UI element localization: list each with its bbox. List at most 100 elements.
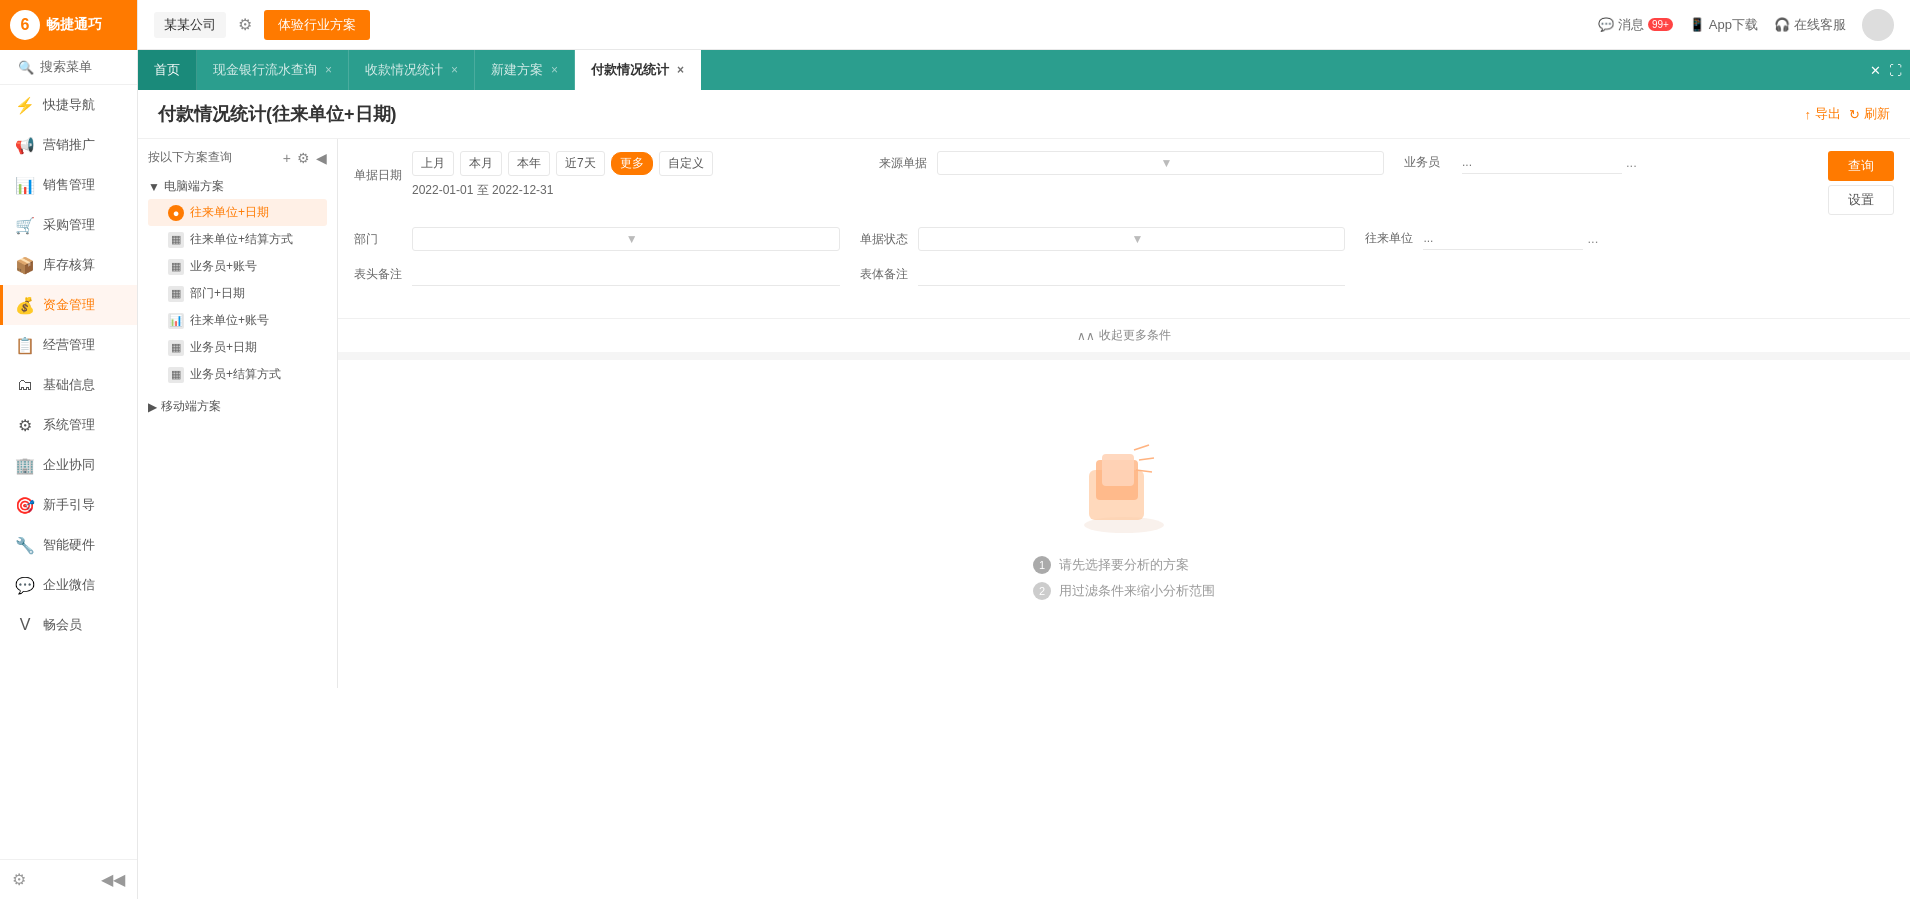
date-btn-this-year[interactable]: 本年 [508,151,550,176]
sidebar-item-inventory[interactable]: 📦 库存核算 [0,245,137,285]
sidebar-search[interactable]: 🔍 搜索菜单 [0,50,137,85]
sidebar-item-corp[interactable]: 🏢 企业协同 [0,445,137,485]
table-head-note-input[interactable] [412,263,840,286]
scheme-settings-btn[interactable]: ⚙ [297,150,310,166]
sidebar-item-marketing[interactable]: 📢 营销推广 [0,125,137,165]
tab-maximize-icon[interactable]: ⛶ [1889,63,1902,78]
export-btn[interactable]: ↑ 导出 [1805,105,1842,123]
scheme-item-salesperson-date[interactable]: ▦ 业务员+日期 [148,334,327,361]
scheme-category-mobile: ▶ 移动端方案 [148,394,327,419]
sidebar-item-icon-operations: 📋 [15,335,35,355]
doc-status-label: 单据状态 [860,231,910,248]
scheme-item-icon-3: ▦ [168,286,184,302]
counterpart-input[interactable] [1423,227,1583,250]
tab-payment-stats[interactable]: 付款情况统计 × [575,50,701,90]
sidebar-item-capital[interactable]: 💰 资金管理 [0,285,137,325]
sidebar-item-icon-hardware: 🔧 [15,535,35,555]
sidebar-item-label-system: 系统管理 [43,416,95,434]
scheme-item-counterpart-settlement[interactable]: ▦ 往来单位+结算方式 [148,226,327,253]
collapse-bar[interactable]: ∧∧ 收起更多条件 [338,318,1910,352]
table-head-note-label: 表头备注 [354,266,404,283]
scheme-item-salesperson-account[interactable]: ▦ 业务员+账号 [148,253,327,280]
message-btn[interactable]: 💬 消息 99+ [1598,16,1673,34]
date-btn-custom[interactable]: 自定义 [659,151,713,176]
sidebar-logo: 6 畅捷通巧 [0,0,137,50]
dept-arrow: ▼ [626,232,831,246]
sidebar: 6 畅捷通巧 🔍 搜索菜单 ⚡ 快捷导航 📢 营销推广 📊 销售管理 🛒 采购管… [0,0,138,899]
query-button[interactable]: 查询 [1828,151,1894,181]
sidebar-item-icon-corp: 🏢 [15,455,35,475]
online-service-btn[interactable]: 🎧 在线客服 [1774,16,1846,34]
scheme-item-counterpart-date[interactable]: ● 往来单位+日期 [148,199,327,226]
tab-home[interactable]: 首页 [138,50,197,90]
app-download-btn[interactable]: 📱 App下载 [1689,16,1758,34]
date-btn-7days[interactable]: 近7天 [556,151,605,176]
refresh-btn[interactable]: ↻ 刷新 [1849,105,1890,123]
date-btn-more[interactable]: 更多 [611,152,653,175]
sidebar-item-sales[interactable]: 📊 销售管理 [0,165,137,205]
tab-payment-stats-label: 付款情况统计 [591,61,669,79]
sidebar-item-hardware[interactable]: 🔧 智能硬件 [0,525,137,565]
sidebar-item-basic[interactable]: 🗂 基础信息 [0,365,137,405]
date-from: 2022-01-01 [412,183,473,197]
sidebar-collapse-icon[interactable]: ◀◀ [101,870,125,889]
empty-tip-2: 2 用过滤条件来缩小分析范围 [1033,582,1215,600]
date-btn-last-month[interactable]: 上月 [412,151,454,176]
sidebar-item-label-sales: 销售管理 [43,176,95,194]
dept-select[interactable]: ▼ [412,227,840,251]
sidebar-item-label-wechat: 企业微信 [43,576,95,594]
sidebar-item-icon-inventory: 📦 [15,255,35,275]
header-settings-icon[interactable]: ⚙ [238,15,252,34]
doc-status-select[interactable]: ▼ [918,227,1346,251]
filter-scheme-header: 按以下方案查询 + ⚙ ◀ [148,149,327,166]
company-name[interactable]: 某某公司 [154,12,226,38]
salesperson-input[interactable] [1462,151,1622,174]
sidebar-item-operations[interactable]: 📋 经营管理 [0,325,137,365]
collapse-label: 收起更多条件 [1099,327,1171,344]
source-doc-label: 来源单据 [879,155,929,172]
empty-state: 1 请先选择要分析的方案 2 用过滤条件来缩小分析范围 [338,360,1910,688]
sidebar-item-purchase[interactable]: 🛒 采购管理 [0,205,137,245]
counterpart-more[interactable]: ... [1587,231,1598,246]
sidebar-item-icon-purchase: 🛒 [15,215,35,235]
sidebar-footer: ⚙ ◀◀ [0,859,137,899]
tab-bank-flow-close[interactable]: × [325,63,332,77]
tab-close-all-icon[interactable]: ✕ [1870,63,1881,78]
sidebar-item-vip[interactable]: V 畅会员 [0,605,137,645]
table-body-note-label: 表体备注 [860,266,910,283]
trial-button[interactable]: 体验行业方案 [264,10,370,40]
main-area: 某某公司 ⚙ 体验行业方案 💬 消息 99+ 📱 App下载 🎧 在线客服 首页 [138,0,1910,899]
sidebar-item-icon-capital: 💰 [15,295,35,315]
date-btn-this-month[interactable]: 本月 [460,151,502,176]
table-body-note-input[interactable] [918,263,1346,286]
sidebar-item-quick-nav[interactable]: ⚡ 快捷导航 [0,85,137,125]
source-doc-select[interactable]: ▼ [937,151,1384,175]
scheme-item-counterpart-account[interactable]: 📊 往来单位+账号 [148,307,327,334]
tab-bank-flow[interactable]: 现金银行流水查询 × [197,50,349,90]
sidebar-settings-icon[interactable]: ⚙ [12,870,26,889]
tab-new-scheme[interactable]: 新建方案 × [475,50,575,90]
scheme-category-mobile-header[interactable]: ▶ 移动端方案 [148,394,327,419]
sidebar-item-wechat[interactable]: 💬 企业微信 [0,565,137,605]
service-icon: 🎧 [1774,17,1790,32]
sidebar-item-guide[interactable]: 🎯 新手引导 [0,485,137,525]
salesperson-more[interactable]: ... [1626,155,1637,170]
sidebar-item-system[interactable]: ⚙ 系统管理 [0,405,137,445]
filter-group-table-head-note: 表头备注 [354,263,840,286]
tab-receipt-stats[interactable]: 收款情况统计 × [349,50,475,90]
tab-payment-stats-close[interactable]: × [677,63,684,77]
scheme-item-salesperson-settlement[interactable]: ▦ 业务员+结算方式 [148,361,327,388]
tab-new-scheme-close[interactable]: × [551,63,558,77]
settings-button[interactable]: 设置 [1828,185,1894,215]
tab-receipt-stats-close[interactable]: × [451,63,458,77]
scheme-item-dept-date[interactable]: ▦ 部门+日期 [148,280,327,307]
sidebar-item-label-corp: 企业协同 [43,456,95,474]
user-avatar[interactable] [1862,9,1894,41]
tip-text-1: 请先选择要分析的方案 [1059,556,1189,574]
filter-group-source-doc: 来源单据 ▼ [879,151,1384,175]
scheme-collapse-btn[interactable]: ◀ [316,150,327,166]
counterpart-label: 往来单位 [1365,230,1415,247]
scheme-add-btn[interactable]: + [283,150,291,166]
scheme-category-desktop-header[interactable]: ▼ 电脑端方案 [148,174,327,199]
filter-row-1: 单据日期 上月 本月 本年 近7天 更多 自定义 [354,151,1894,215]
